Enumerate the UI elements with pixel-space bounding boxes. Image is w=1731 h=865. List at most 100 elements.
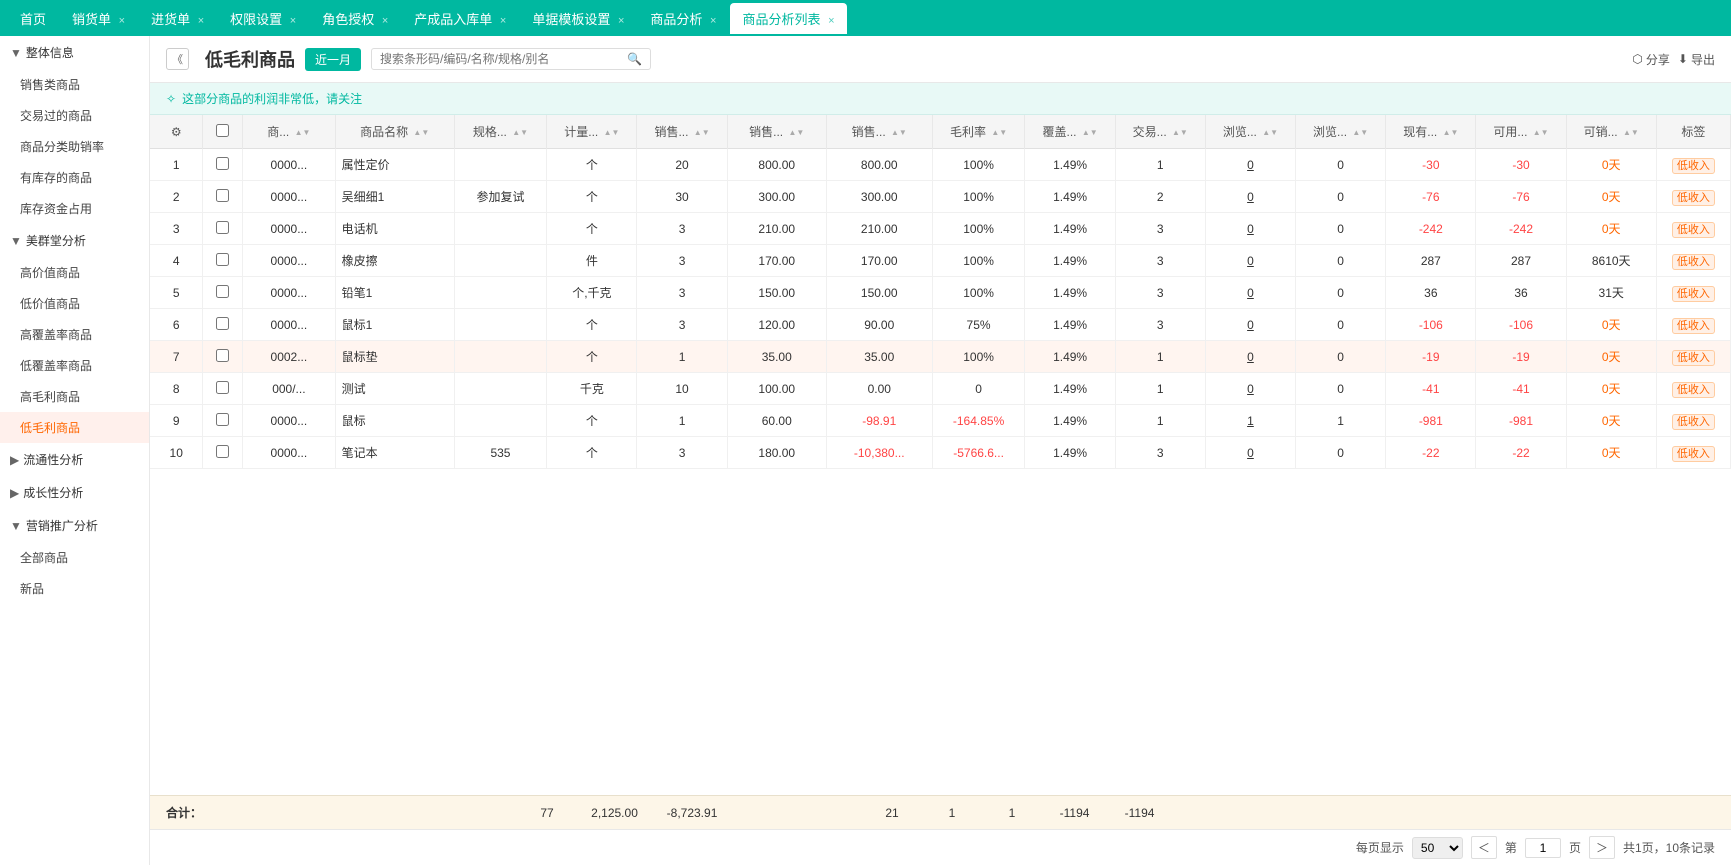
cell-no: 1 [150, 149, 203, 181]
cell-views1[interactable]: 0 [1205, 277, 1295, 309]
sidebar-collapse-button[interactable]: 《 [166, 48, 189, 70]
close-product-analysis-list-icon[interactable]: × [828, 15, 834, 27]
close-sales-icon[interactable]: × [119, 15, 125, 27]
col-coverage[interactable]: 覆盖... ▲▼ [1025, 115, 1115, 149]
cell-views1[interactable]: 0 [1205, 437, 1295, 469]
nav-product-analysis-list[interactable]: 商品分析列表 × [730, 3, 846, 34]
close-permission-icon[interactable]: × [290, 15, 296, 27]
col-views2[interactable]: 浏览... ▲▼ [1296, 115, 1386, 149]
cell-checkbox[interactable] [203, 277, 243, 309]
time-filter-button[interactable]: 近一月 [305, 48, 361, 71]
close-role-icon[interactable]: × [382, 15, 388, 27]
col-transactions[interactable]: 交易... ▲▼ [1115, 115, 1205, 149]
cell-views1[interactable]: 0 [1205, 341, 1295, 373]
sidebar-group-marketing[interactable]: ▼ 营销推广分析 [0, 509, 149, 542]
close-template-icon[interactable]: × [618, 15, 624, 27]
cell-checkbox[interactable] [203, 437, 243, 469]
sidebar-group-liquidity[interactable]: ▶ 流通性分析 [0, 443, 149, 476]
cell-checkbox[interactable] [203, 309, 243, 341]
col-checkbox[interactable] [203, 115, 243, 149]
page-input[interactable] [1525, 838, 1561, 858]
col-sellable-days[interactable]: 可销... ▲▼ [1566, 115, 1656, 149]
sidebar-item-capital[interactable]: 库存资金占用 [0, 193, 149, 224]
col-settings[interactable]: ⚙ [150, 115, 203, 149]
row-checkbox[interactable] [216, 157, 229, 170]
sidebar-item-all-goods[interactable]: 全部商品 [0, 542, 149, 573]
col-tag[interactable]: 标签 [1656, 115, 1730, 149]
row-checkbox[interactable] [216, 317, 229, 330]
sidebar-item-sales-goods[interactable]: 销售类商品 [0, 69, 149, 100]
table-header-row: ⚙ 商... ▲▼ 商品名称 ▲▼ 规格... ▲▼ 计量... ▲▼ 销售..… [150, 115, 1731, 149]
col-sales-amount[interactable]: 销售... ▲▼ [826, 115, 932, 149]
sidebar-group-growth[interactable]: ▶ 成长性分析 [0, 476, 149, 509]
col-sales-price[interactable]: 销售... ▲▼ [727, 115, 826, 149]
sidebar-item-category-rate[interactable]: 商品分类助销率 [0, 131, 149, 162]
sidebar-item-high-margin[interactable]: 高毛利商品 [0, 381, 149, 412]
cell-checkbox[interactable] [203, 213, 243, 245]
nav-sales[interactable]: 销货单 × [60, 3, 137, 34]
nav-template[interactable]: 单据模板设置 × [520, 3, 636, 34]
nav-product-analysis[interactable]: 商品分析 × [638, 3, 728, 34]
col-unit[interactable]: 计量... ▲▼ [547, 115, 637, 149]
cell-views1[interactable]: 0 [1205, 181, 1295, 213]
next-page-button[interactable]: ＞ [1589, 836, 1615, 859]
search-input[interactable] [380, 52, 627, 66]
sidebar-item-in-stock-goods[interactable]: 有库存的商品 [0, 162, 149, 193]
footer-spec [382, 806, 452, 820]
cell-views1[interactable]: 0 [1205, 245, 1295, 277]
nav-home[interactable]: 首页 [8, 3, 58, 34]
col-views1[interactable]: 浏览... ▲▼ [1205, 115, 1295, 149]
sidebar-item-new-goods[interactable]: 新品 [0, 573, 149, 604]
sidebar-group-meiquntang[interactable]: ▼ 美群堂分析 [0, 224, 149, 257]
cell-name: 电话机 [335, 213, 454, 245]
sidebar-item-low-value[interactable]: 低价值商品 [0, 288, 149, 319]
cell-checkbox[interactable] [203, 373, 243, 405]
nav-permission[interactable]: 权限设置 × [218, 3, 308, 34]
row-checkbox[interactable] [216, 413, 229, 426]
row-checkbox[interactable] [216, 445, 229, 458]
row-checkbox[interactable] [216, 253, 229, 266]
cell-views1[interactable]: 0 [1205, 149, 1295, 181]
sidebar-item-traded-goods[interactable]: 交易过的商品 [0, 100, 149, 131]
nav-product-entry[interactable]: 产成品入库单 × [402, 3, 518, 34]
col-sales-qty[interactable]: 销售... ▲▼ [637, 115, 727, 149]
nav-role[interactable]: 角色授权 × [310, 3, 400, 34]
search-icon[interactable]: 🔍 [627, 52, 642, 66]
cell-views1[interactable]: 0 [1205, 309, 1295, 341]
row-checkbox[interactable] [216, 189, 229, 202]
cell-checkbox[interactable] [203, 181, 243, 213]
share-button[interactable]: ⬡ 分享 [1632, 51, 1670, 68]
select-all-checkbox[interactable] [216, 124, 229, 137]
prev-page-button[interactable]: ＜ [1471, 836, 1497, 859]
col-gross-margin[interactable]: 毛利率 ▲▼ [932, 115, 1025, 149]
cell-views1[interactable]: 1 [1205, 405, 1295, 437]
close-purchase-icon[interactable]: × [198, 15, 204, 27]
cell-checkbox[interactable] [203, 149, 243, 181]
per-page-select[interactable]: 50 100 200 [1412, 837, 1463, 859]
close-product-entry-icon[interactable]: × [500, 15, 506, 27]
col-name[interactable]: 商品名称 ▲▼ [335, 115, 454, 149]
col-spec[interactable]: 规格... ▲▼ [454, 115, 547, 149]
cell-checkbox[interactable] [203, 245, 243, 277]
sidebar-group-overall[interactable]: ▼ 整体信息 [0, 36, 149, 69]
col-current-stock[interactable]: 现有... ▲▼ [1386, 115, 1476, 149]
footer-sales-qty: 77 [517, 806, 577, 820]
row-checkbox[interactable] [216, 221, 229, 234]
table-footer: 合计： 77 2,125.00 -8,723.91 21 1 1 -1194 -… [150, 795, 1731, 829]
nav-purchase[interactable]: 进货单 × [139, 3, 216, 34]
col-code[interactable]: 商... ▲▼ [243, 115, 336, 149]
row-checkbox[interactable] [216, 349, 229, 362]
close-product-analysis-icon[interactable]: × [710, 15, 716, 27]
row-checkbox[interactable] [216, 285, 229, 298]
sidebar-item-high-coverage[interactable]: 高覆盖率商品 [0, 319, 149, 350]
cell-views1[interactable]: 0 [1205, 373, 1295, 405]
export-button[interactable]: ⬇ 导出 [1678, 51, 1715, 68]
cell-checkbox[interactable] [203, 341, 243, 373]
row-checkbox[interactable] [216, 381, 229, 394]
sidebar-item-low-margin[interactable]: 低毛利商品 [0, 412, 149, 443]
cell-views1[interactable]: 0 [1205, 213, 1295, 245]
sidebar-item-low-coverage[interactable]: 低覆盖率商品 [0, 350, 149, 381]
cell-checkbox[interactable] [203, 405, 243, 437]
col-available-stock[interactable]: 可用... ▲▼ [1476, 115, 1566, 149]
sidebar-item-high-value[interactable]: 高价值商品 [0, 257, 149, 288]
